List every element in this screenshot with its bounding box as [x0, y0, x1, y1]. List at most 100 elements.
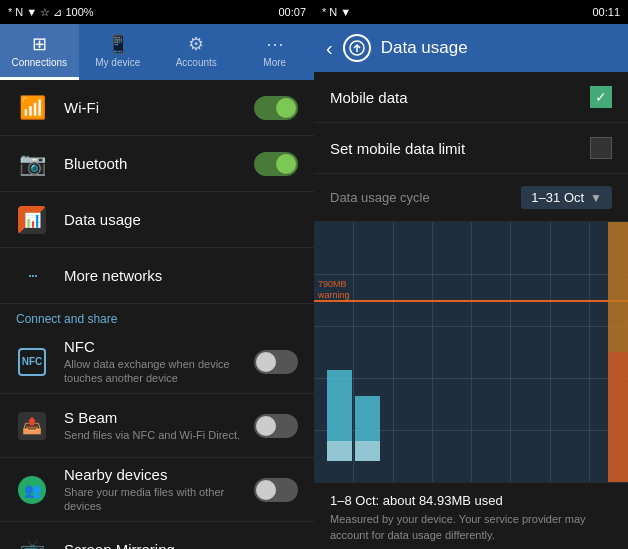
bt-title: Bluetooth — [64, 155, 254, 172]
cycle-value-box[interactable]: 1–31 Oct ▼ — [521, 186, 612, 209]
cycle-label: Data usage cycle — [330, 190, 430, 205]
menu-item-datausage[interactable]: 📊 Data usage — [0, 192, 314, 248]
setlimit-checkbox[interactable] — [590, 137, 612, 159]
wifi-toggle[interactable] — [254, 96, 298, 120]
data-usage-chart: 790MB warning — [314, 222, 628, 482]
tab-connections[interactable]: ⊞ Connections — [0, 24, 79, 80]
nearby-title: Nearby devices — [64, 466, 254, 483]
info-section: 1–8 Oct: about 84.93MB used Measured by … — [314, 482, 628, 549]
left-panel: * N ▼ ☆ ⊿ 100% 00:07 ⊞ Connections 📱 My … — [0, 0, 314, 549]
grid-v-4 — [471, 222, 472, 482]
setting-row-setlimit[interactable]: Set mobile data limit — [314, 123, 628, 174]
datausage-icon: 📊 — [16, 204, 48, 236]
screenmirroring-icon: 📺 — [16, 534, 48, 550]
right-panel: * N ▼ 00:11 ‹ Data usage Mobile data ✓ S… — [314, 0, 628, 549]
nfc-text: NFC Allow data exchange when device touc… — [64, 338, 254, 386]
tab-bar: ⊞ Connections 📱 My device ⚙ Accounts ⋯ M… — [0, 24, 314, 80]
info-line1: 1–8 Oct: about 84.93MB used — [330, 493, 612, 508]
bt-toggle-knob — [276, 154, 296, 174]
status-icons-left: * N ▼ ☆ ⊿ 100% — [8, 6, 94, 19]
bt-toggle[interactable] — [254, 152, 298, 176]
menu-item-sbeam[interactable]: 📤 S Beam Send files via NFC and Wi-Fi Di… — [0, 394, 314, 458]
time-right: 00:11 — [592, 6, 620, 18]
nearby-toggle[interactable] — [254, 478, 298, 502]
menu-item-screenmirroring[interactable]: 📺 Screen Mirroring — [0, 522, 314, 549]
tab-connections-label: Connections — [11, 57, 67, 68]
morenetworks-title: More networks — [64, 267, 298, 284]
datausage-icon-box: 📊 — [18, 206, 46, 234]
chart-side-indicator — [608, 222, 628, 482]
nfc-toggle-knob — [256, 352, 276, 372]
tab-accounts-label: Accounts — [176, 57, 217, 68]
wifi-text: Wi-Fi — [64, 99, 254, 116]
right-content: Mobile data ✓ Set mobile data limit Data… — [314, 72, 628, 549]
more-icon: ⋯ — [266, 33, 284, 55]
cycle-value: 1–31 Oct — [531, 190, 584, 205]
menu-item-morenetworks[interactable]: ··· More networks — [0, 248, 314, 304]
info-line2: Measured by your device. Your service pr… — [330, 512, 612, 543]
grid-v-3 — [432, 222, 433, 482]
tab-more-label: More — [263, 57, 286, 68]
time-left: 00:07 — [278, 6, 306, 18]
nearby-text: Nearby devices Share your media files wi… — [64, 466, 254, 514]
grid-v-6 — [550, 222, 551, 482]
warning-label: 790MB warning — [318, 279, 350, 301]
grid-v-7 — [589, 222, 590, 482]
nearby-subtitle: Share your media files with other device… — [64, 485, 254, 514]
bt-text: Bluetooth — [64, 155, 254, 172]
menu-item-nfc[interactable]: NFC NFC Allow data exchange when device … — [0, 330, 314, 394]
morenetworks-icon: ··· — [16, 260, 48, 292]
nfc-title: NFC — [64, 338, 254, 355]
sbeam-subtitle: Send files via NFC and Wi-Fi Direct. — [64, 428, 254, 442]
right-header: ‹ Data usage — [314, 24, 628, 72]
screenmirroring-title: Screen Mirroring — [64, 541, 298, 549]
mobiledata-checkmark: ✓ — [595, 89, 607, 105]
grid-v-2 — [393, 222, 394, 482]
nfc-icon: NFC — [16, 346, 48, 378]
nfc-toggle[interactable] — [254, 350, 298, 374]
cycle-dropdown-arrow: ▼ — [590, 191, 602, 205]
data-usage-header-icon — [343, 34, 371, 62]
mobiledata-label: Mobile data — [330, 89, 408, 106]
nfc-subtitle: Allow data exchange when device touches … — [64, 357, 254, 386]
setlimit-label: Set mobile data limit — [330, 140, 465, 157]
datausage-title: Data usage — [64, 211, 298, 228]
connections-icon: ⊞ — [32, 33, 47, 55]
mobiledata-checkbox[interactable]: ✓ — [590, 86, 612, 108]
section-header-connect: Connect and share — [0, 304, 314, 330]
tab-more[interactable]: ⋯ More — [236, 24, 315, 80]
menu-item-bluetooth[interactable]: 📷 Bluetooth — [0, 136, 314, 192]
mydevice-icon: 📱 — [107, 33, 129, 55]
sbeam-toggle-knob — [256, 416, 276, 436]
sbeam-text: S Beam Send files via NFC and Wi-Fi Dire… — [64, 409, 254, 442]
menu-item-nearby[interactable]: 👥 Nearby devices Share your media files … — [0, 458, 314, 522]
sbeam-icon: 📤 — [16, 410, 48, 442]
datausage-text: Data usage — [64, 211, 298, 228]
warning-line — [314, 300, 628, 302]
wifi-title: Wi-Fi — [64, 99, 254, 116]
sbeam-toggle[interactable] — [254, 414, 298, 438]
status-bar-left: * N ▼ ☆ ⊿ 100% 00:07 — [0, 0, 314, 24]
tab-mydevice[interactable]: 📱 My device — [79, 24, 158, 80]
status-bar-right: * N ▼ 00:11 — [314, 0, 628, 24]
right-header-title: Data usage — [381, 38, 616, 58]
sbeam-title: S Beam — [64, 409, 254, 426]
data-bar-white-2 — [355, 441, 380, 462]
nearby-icon: 👥 — [16, 474, 48, 506]
cycle-row[interactable]: Data usage cycle 1–31 Oct ▼ — [314, 174, 628, 222]
nearby-toggle-knob — [256, 480, 276, 500]
grid-v-5 — [510, 222, 511, 482]
menu-list: 📶 Wi-Fi 📷 Bluetooth 📊 Data usage — [0, 80, 314, 549]
setting-row-mobiledata[interactable]: Mobile data ✓ — [314, 72, 628, 123]
tab-accounts[interactable]: ⚙ Accounts — [157, 24, 236, 80]
nearby-icon-box: 👥 — [18, 476, 46, 504]
sbeam-icon-box: 📤 — [18, 412, 46, 440]
morenetworks-text: More networks — [64, 267, 298, 284]
tab-mydevice-label: My device — [95, 57, 140, 68]
bluetooth-icon: 📷 — [16, 148, 48, 180]
screenmirroring-text: Screen Mirroring — [64, 541, 298, 549]
menu-item-wifi[interactable]: 📶 Wi-Fi — [0, 80, 314, 136]
back-button[interactable]: ‹ — [326, 37, 333, 60]
data-bar-white-1 — [327, 441, 352, 462]
status-icons-right: * N ▼ — [322, 6, 351, 18]
